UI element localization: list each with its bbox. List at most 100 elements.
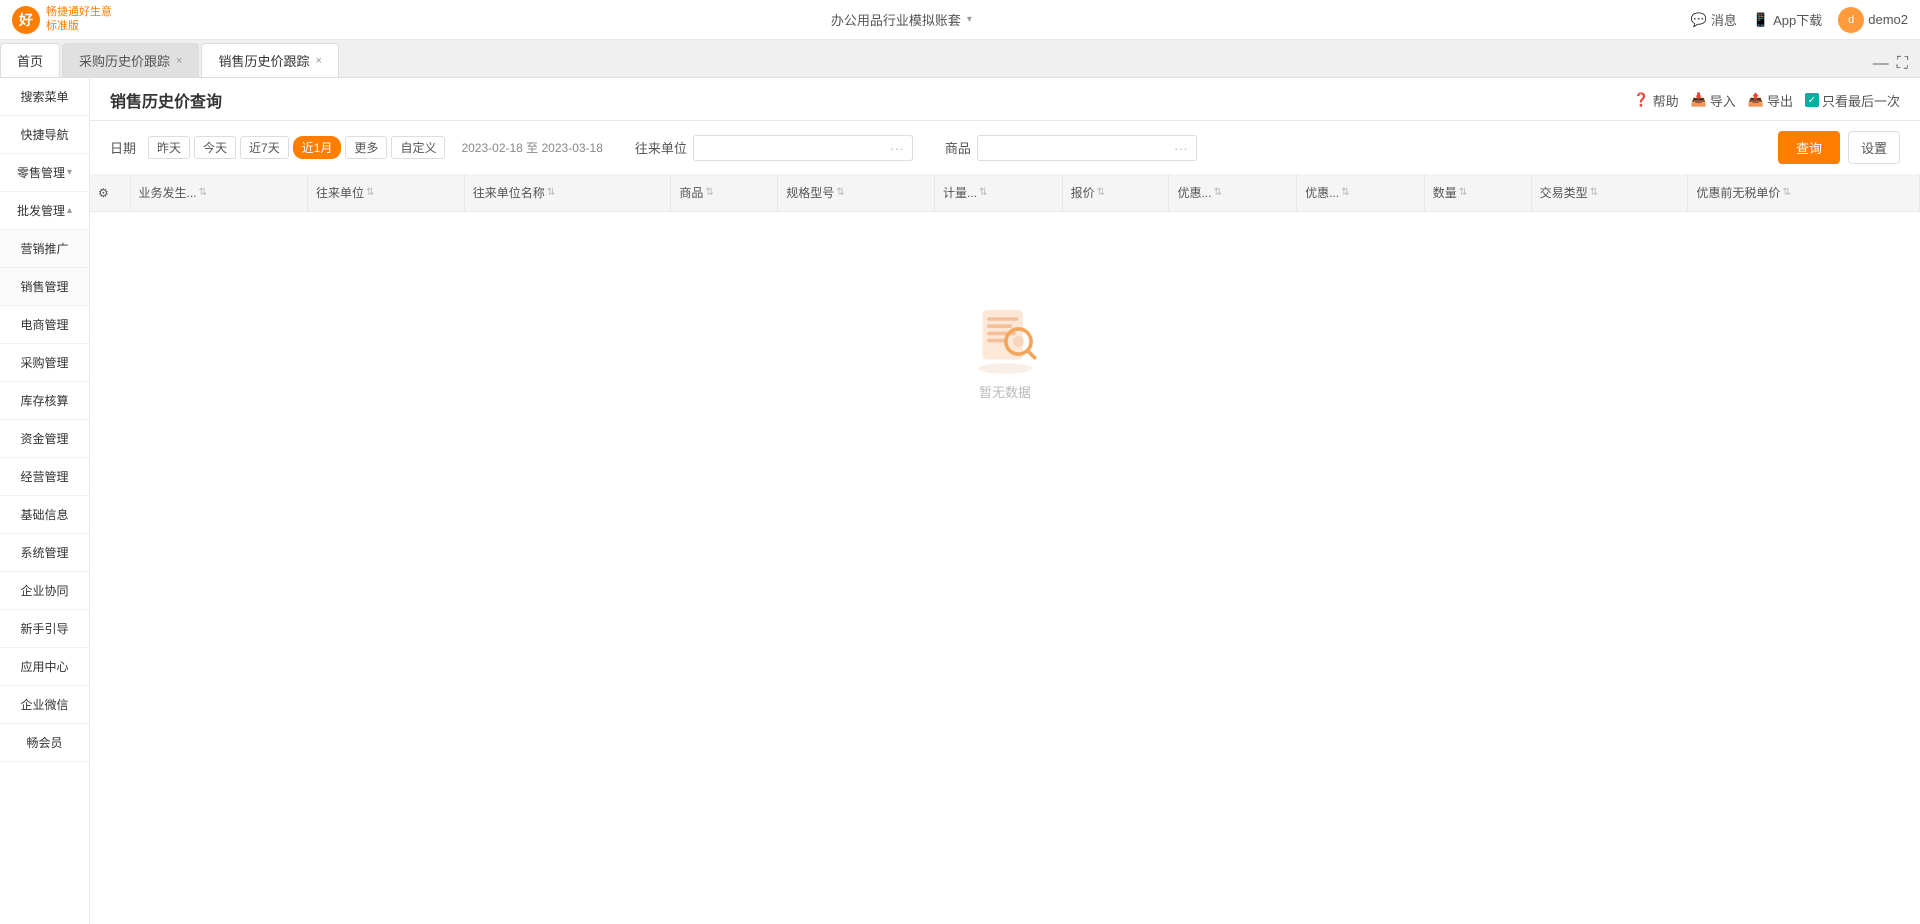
app-title-area: 办公用品行业模拟账套 ▾ bbox=[831, 10, 972, 29]
last-once-action[interactable]: ✓ 只看最后一次 bbox=[1805, 91, 1900, 110]
tab-minimize-icon[interactable]: — bbox=[1873, 55, 1889, 73]
sidebar-inventory-label: 库存核算 bbox=[20, 394, 68, 408]
sidebar-item-guide[interactable]: 新手引导 bbox=[0, 610, 89, 648]
sort-product-icon: ⇅ bbox=[705, 187, 713, 198]
sidebar-item-enterprise[interactable]: 企业协同 bbox=[0, 572, 89, 610]
sidebar-item-marketing[interactable]: 营销推广 bbox=[0, 230, 89, 268]
main-layout: 搜索菜单 快捷导航 零售管理 ▾ 批发管理 ▴ 营销推广 销售管理 电商管理 采… bbox=[0, 78, 1920, 924]
date-btn-7days[interactable]: 近7天 bbox=[240, 136, 289, 159]
th-partner-name[interactable]: 往来单位名称 ⇅ bbox=[464, 174, 671, 212]
counterparty-field: 往来单位 ··· bbox=[635, 135, 913, 161]
sidebar-item-purchase-mgmt[interactable]: 采购管理 bbox=[0, 344, 89, 382]
tab-maximize-icon[interactable]: ⛶ bbox=[1897, 55, 1908, 73]
export-action[interactable]: 📤 导出 bbox=[1748, 91, 1793, 110]
user-item[interactable]: d demo2 bbox=[1838, 7, 1908, 33]
import-action[interactable]: 📥 导入 bbox=[1691, 91, 1736, 110]
top-bar-left: 好 畅捷通好生意 标准版 bbox=[12, 6, 112, 34]
th-settings[interactable]: ⚙ bbox=[90, 174, 130, 212]
last-once-checkbox[interactable]: ✓ bbox=[1805, 93, 1819, 107]
tab-sales-label: 销售历史价跟踪 bbox=[218, 51, 309, 70]
th-unit[interactable]: 计量... ⇅ bbox=[934, 174, 1062, 212]
tab-purchase[interactable]: 采购历史价跟踪 × bbox=[62, 43, 199, 77]
sidebar-sales-mgmt-label: 销售管理 bbox=[20, 280, 68, 294]
content-area: 销售历史价查询 ❓ 帮助 📥 导入 📤 导出 ✓ bbox=[90, 78, 1920, 924]
sidebar-item-sales-mgmt[interactable]: 销售管理 bbox=[0, 268, 89, 306]
product-input[interactable]: ··· bbox=[977, 135, 1197, 161]
sort-qty-icon: ⇅ bbox=[1459, 187, 1467, 198]
th-pre-tax[interactable]: 优惠前无税单价 ⇅ bbox=[1688, 174, 1920, 212]
sidebar-item-operations[interactable]: 经营管理 bbox=[0, 458, 89, 496]
date-btn-1month[interactable]: 近1月 bbox=[293, 136, 342, 159]
settings-icon: ⚙ bbox=[98, 186, 109, 200]
product-field: 商品 ··· bbox=[945, 135, 1197, 161]
date-label: 日期 bbox=[110, 138, 136, 157]
page-title-row: 销售历史价查询 ❓ 帮助 📥 导入 📤 导出 ✓ bbox=[110, 88, 1900, 120]
date-btn-custom[interactable]: 自定义 bbox=[391, 136, 445, 159]
sort-partner-name-icon: ⇅ bbox=[547, 187, 555, 198]
tab-home[interactable]: 首页 bbox=[0, 43, 60, 77]
sidebar-ecommerce-label: 电商管理 bbox=[20, 318, 68, 332]
sidebar-guide-label: 新手引导 bbox=[20, 622, 68, 636]
query-button[interactable]: 查询 bbox=[1778, 131, 1840, 164]
tab-sales[interactable]: 销售历史价跟踪 × bbox=[201, 43, 338, 77]
sort-biz-date-icon: ⇅ bbox=[199, 187, 207, 198]
th-biz-date[interactable]: 业务发生... ⇅ bbox=[130, 174, 308, 212]
sidebar-item-wholesale[interactable]: 批发管理 ▴ bbox=[0, 192, 89, 230]
sort-pre-tax-icon: ⇅ bbox=[1782, 187, 1790, 198]
table-head: ⚙ 业务发生... ⇅ 往来单位 ⇅ bbox=[90, 174, 1920, 212]
th-discount2[interactable]: 优惠... ⇅ bbox=[1297, 174, 1425, 212]
date-btn-today[interactable]: 今天 bbox=[194, 136, 236, 159]
sidebar-item-basic-info[interactable]: 基础信息 bbox=[0, 496, 89, 534]
export-label: 导出 bbox=[1767, 91, 1793, 110]
th-discount1[interactable]: 优惠... ⇅ bbox=[1169, 174, 1297, 212]
sidebar-item-inventory[interactable]: 库存核算 bbox=[0, 382, 89, 420]
sidebar-retail-label: 零售管理 bbox=[17, 164, 65, 181]
filter-actions: 查询 设置 bbox=[1778, 131, 1900, 164]
sidebar-item-wechat[interactable]: 企业微信 bbox=[0, 686, 89, 724]
empty-illustration bbox=[960, 292, 1050, 382]
th-spec[interactable]: 规格型号 ⇅ bbox=[778, 174, 935, 212]
tab-purchase-close[interactable]: × bbox=[176, 55, 182, 67]
tab-bar-actions: — ⛶ bbox=[1873, 55, 1920, 77]
sidebar-item-ecommerce[interactable]: 电商管理 bbox=[0, 306, 89, 344]
sidebar-finance-label: 资金管理 bbox=[20, 432, 68, 446]
app-download-item[interactable]: 📱 App下载 bbox=[1753, 10, 1822, 29]
settings-button[interactable]: 设置 bbox=[1848, 131, 1900, 164]
sidebar-item-system[interactable]: 系统管理 bbox=[0, 534, 89, 572]
date-btn-yesterday[interactable]: 昨天 bbox=[148, 136, 190, 159]
phone-icon: 📱 bbox=[1753, 12, 1769, 28]
th-product[interactable]: 商品 ⇅ bbox=[671, 174, 778, 212]
last-once-label: 只看最后一次 bbox=[1822, 91, 1900, 110]
tab-sales-close[interactable]: × bbox=[315, 55, 321, 67]
sidebar-member-label: 畅会员 bbox=[26, 736, 62, 750]
message-item[interactable]: 💬 消息 bbox=[1691, 10, 1737, 29]
sidebar-search-label: 搜索菜单 bbox=[20, 90, 68, 104]
sidebar-item-app-center[interactable]: 应用中心 bbox=[0, 648, 89, 686]
th-qty[interactable]: 数量 ⇅ bbox=[1424, 174, 1531, 212]
top-bar-right: 💬 消息 📱 App下载 d demo2 bbox=[1691, 7, 1908, 33]
sidebar-item-search-menu[interactable]: 搜索菜单 bbox=[0, 78, 89, 116]
tab-purchase-label: 采购历史价跟踪 bbox=[79, 51, 170, 70]
filter-row: 日期 昨天 今天 近7天 近1月 更多 自定义 2023-02-18 至 202… bbox=[90, 121, 1920, 174]
sidebar-item-member[interactable]: 畅会员 bbox=[0, 724, 89, 762]
sort-quote-icon: ⇅ bbox=[1097, 187, 1105, 198]
th-partner-code[interactable]: 往来单位 ⇅ bbox=[308, 174, 465, 212]
sidebar-item-finance[interactable]: 资金管理 bbox=[0, 420, 89, 458]
th-trade-type[interactable]: 交易类型 ⇅ bbox=[1531, 174, 1688, 212]
counterparty-input[interactable]: ··· bbox=[693, 135, 913, 161]
th-quote[interactable]: 报价 ⇅ bbox=[1062, 174, 1169, 212]
sort-trade-type-icon: ⇅ bbox=[1590, 187, 1598, 198]
app-dropdown-arrow[interactable]: ▾ bbox=[967, 14, 972, 25]
sort-partner-code-icon: ⇅ bbox=[366, 187, 374, 198]
sidebar-purchase-mgmt-label: 采购管理 bbox=[20, 356, 68, 370]
empty-state: 暂无数据 bbox=[90, 212, 1920, 481]
date-btn-more[interactable]: 更多 bbox=[345, 136, 387, 159]
help-label: 帮助 bbox=[1653, 91, 1679, 110]
empty-text: 暂无数据 bbox=[979, 382, 1031, 401]
table-header-row: ⚙ 业务发生... ⇅ 往来单位 ⇅ bbox=[90, 174, 1920, 212]
sidebar-wholesale-arrow: ▴ bbox=[67, 205, 72, 216]
sidebar-item-quick-nav[interactable]: 快捷导航 bbox=[0, 116, 89, 154]
help-action[interactable]: ❓ 帮助 bbox=[1633, 91, 1678, 110]
date-buttons: 昨天 今天 近7天 近1月 更多 自定义 bbox=[148, 136, 445, 159]
sidebar-item-retail[interactable]: 零售管理 ▾ bbox=[0, 154, 89, 192]
